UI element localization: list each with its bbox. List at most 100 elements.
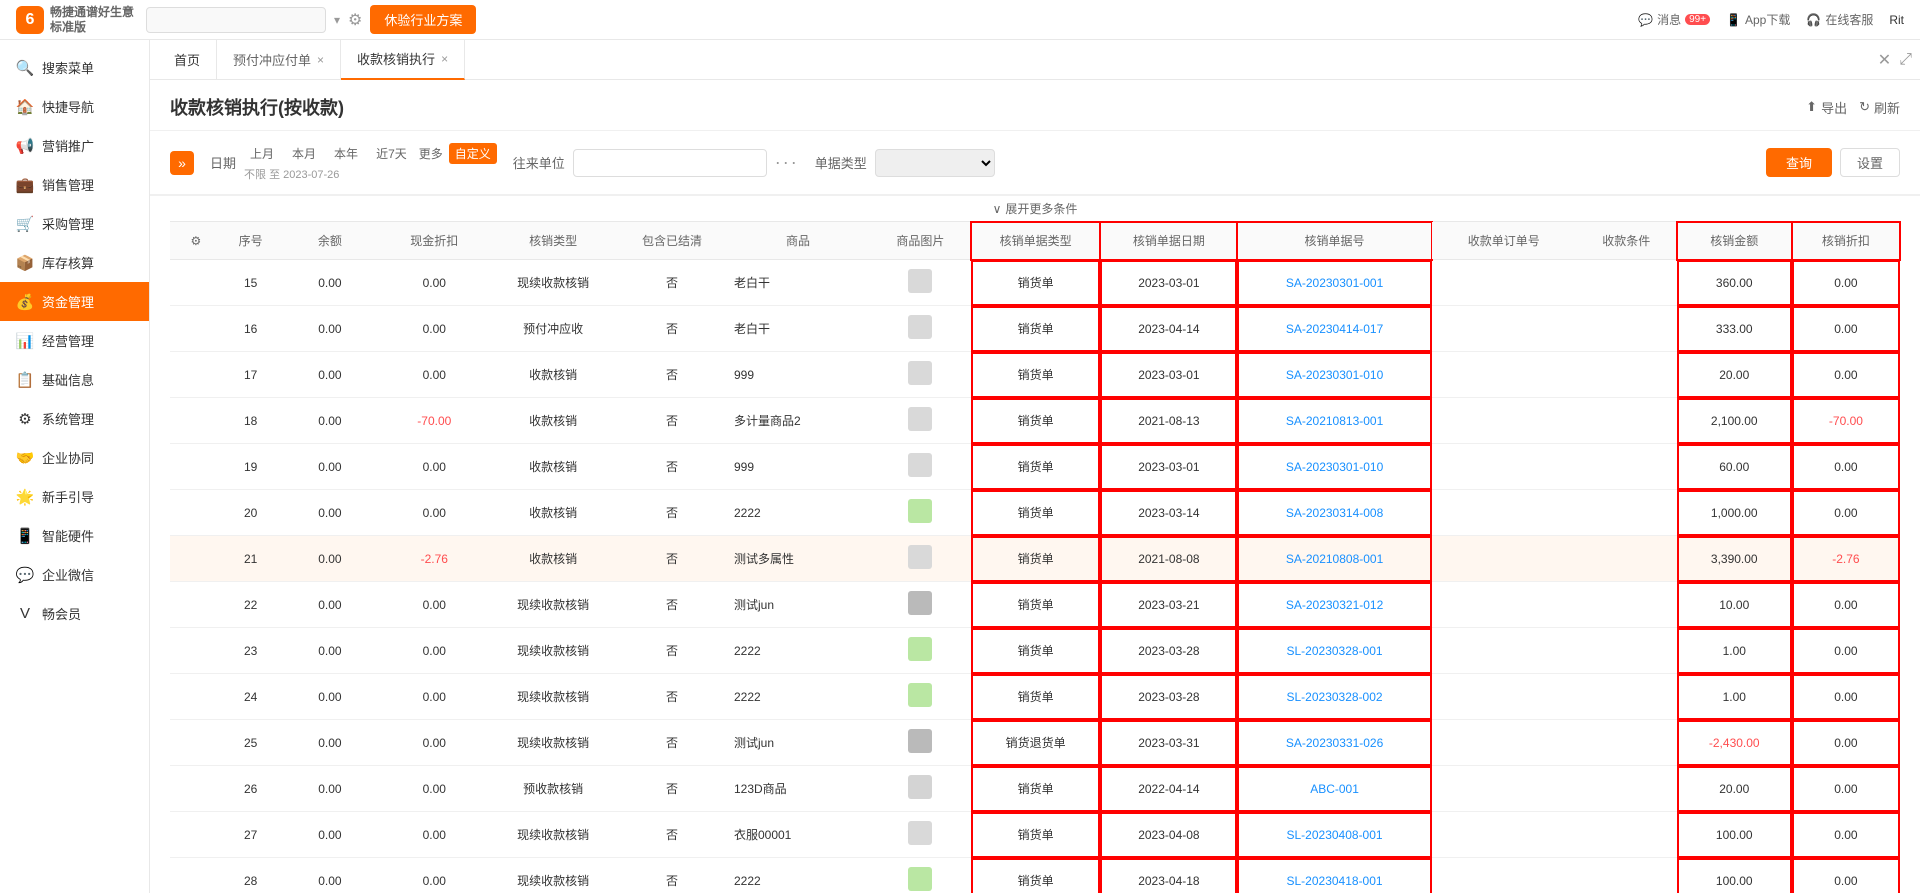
cell-cancel-type: 现续收款核销	[488, 582, 618, 628]
close-all-icon[interactable]: ✕	[1878, 50, 1891, 70]
table-row: 24 0.00 0.00 现续收款核销 否 2222 销货单 2023-03-2…	[170, 674, 1900, 720]
bill-no-link[interactable]: SL-20230418-001	[1287, 874, 1383, 888]
settings-btn[interactable]: 设置	[1840, 148, 1900, 177]
maximize-icon[interactable]: ⤢	[1899, 51, 1912, 69]
date-btn-custom[interactable]: 自定义	[449, 143, 497, 164]
date-btn-this-month[interactable]: 本月	[286, 143, 322, 164]
cell-bill-no: SA-20230301-010	[1237, 352, 1431, 398]
bill-no-link[interactable]: SA-20210808-001	[1286, 552, 1383, 566]
sidebar-item-hardware[interactable]: 📱 智能硬件	[0, 516, 149, 555]
cell-bill-type: 销货单	[971, 260, 1101, 306]
page-header: 收款核销执行(按收款) ⬆ 导出 ↻ 刷新	[150, 80, 1920, 131]
user-name: Rit	[1889, 13, 1904, 27]
sidebar-item-quick[interactable]: 🏠 快捷导航	[0, 87, 149, 126]
from-unit-input[interactable]	[573, 149, 767, 177]
gear-icon[interactable]: ⚙	[191, 234, 202, 248]
cell-cancel-amount: 1,000.00	[1677, 490, 1792, 536]
bill-no-link[interactable]: SA-20230301-010	[1286, 460, 1383, 474]
bill-no-link[interactable]: SA-20230301-010	[1286, 368, 1383, 382]
tab-receipt-close[interactable]: ×	[441, 52, 448, 66]
cell-cancel-discount: 0.00	[1792, 674, 1900, 720]
tab-prepay-close[interactable]: ×	[317, 53, 324, 67]
app-download-action[interactable]: 📱 App下载	[1726, 11, 1790, 28]
sidebar-item-purchase[interactable]: 🛒 采购管理	[0, 204, 149, 243]
app-icon: 📱	[1726, 13, 1741, 27]
system-icon: ⚙	[16, 410, 34, 428]
receipt-type-select[interactable]	[875, 149, 995, 177]
col-gear-header[interactable]: ⚙	[170, 222, 222, 260]
cell-settled: 否	[618, 766, 726, 812]
cell-receipt-order	[1432, 352, 1576, 398]
sidebar-item-vip[interactable]: V 畅会员	[0, 594, 149, 633]
cell-goods-img	[870, 306, 971, 352]
cell-cancel-amount: 20.00	[1677, 352, 1792, 398]
col-cancel-amount-header: 核销金额	[1677, 222, 1792, 260]
cell-bill-no: SA-20230321-012	[1237, 582, 1431, 628]
date-btn-7days[interactable]: 近7天	[370, 143, 413, 164]
page-title: 收款核销执行(按收款)	[170, 94, 344, 120]
cell-cash-discount: 0.00	[380, 674, 488, 720]
bill-no-link[interactable]: SA-20230301-001	[1286, 276, 1383, 290]
cell-goods-img	[870, 628, 971, 674]
bill-no-link[interactable]: SL-20230328-002	[1287, 690, 1383, 704]
gear-icon[interactable]: ⚙	[348, 10, 362, 30]
refresh-icon: ↻	[1859, 99, 1870, 115]
query-btn[interactable]: 查询	[1766, 148, 1832, 177]
sidebar-item-label: 销售管理	[42, 175, 94, 194]
bill-no-link[interactable]: SA-20230314-008	[1286, 506, 1383, 520]
cell-cash-discount: 0.00	[380, 306, 488, 352]
date-more[interactable]: 更多	[419, 145, 443, 162]
data-table: ⚙ 序号 余额 现金折扣 核销类型 包含已结清 商品 商品图片 核销单据类型 核…	[170, 221, 1900, 893]
bill-no-link[interactable]: SL-20230408-001	[1287, 828, 1383, 842]
sidebar-item-system[interactable]: ⚙ 系统管理	[0, 399, 149, 438]
cell-goods-img	[870, 352, 971, 398]
cell-bill-no: SL-20230328-002	[1237, 674, 1431, 720]
sidebar-item-collab[interactable]: 🤝 企业协同	[0, 438, 149, 477]
cell-receipt-order	[1432, 398, 1576, 444]
cell-goods-img	[870, 490, 971, 536]
bill-no-link[interactable]: SA-20230331-026	[1286, 736, 1383, 750]
sidebar-item-search[interactable]: 🔍 搜索菜单	[0, 48, 149, 87]
cell-balance: 0.00	[279, 720, 380, 766]
filter-toggle-btn[interactable]: »	[170, 151, 194, 175]
export-btn[interactable]: ⬆ 导出	[1806, 98, 1847, 117]
refresh-btn[interactable]: ↻ 刷新	[1859, 98, 1900, 117]
sidebar-item-sales[interactable]: 💼 销售管理	[0, 165, 149, 204]
bill-no-link[interactable]: SA-20230414-017	[1286, 322, 1383, 336]
tab-prepay[interactable]: 预付冲应付单 ×	[217, 40, 341, 80]
industry-btn[interactable]: 休验行业方案	[370, 5, 476, 34]
date-options-group: 上月 本月 本年 近7天 更多 自定义 不限 至 2023-07-26	[244, 143, 497, 182]
cell-receipt-cond	[1576, 858, 1677, 893]
date-options-row: 上月 本月 本年 近7天 更多 自定义	[244, 143, 497, 164]
date-btn-this-year[interactable]: 本年	[328, 143, 364, 164]
sidebar-item-inventory[interactable]: 📦 库存核算	[0, 243, 149, 282]
bill-no-link[interactable]: SA-20210813-001	[1286, 414, 1383, 428]
cell-goods-img	[870, 444, 971, 490]
sidebar-item-finance[interactable]: 💰 资金管理	[0, 282, 149, 321]
guide-icon: 🌟	[16, 488, 34, 506]
sidebar-item-operations[interactable]: 📊 经营管理	[0, 321, 149, 360]
tab-receipt[interactable]: 收款核销执行 ×	[341, 40, 465, 80]
cell-num: 17	[222, 352, 280, 398]
sidebar-item-marketing[interactable]: 📢 营销推广	[0, 126, 149, 165]
sidebar-item-wechat[interactable]: 💬 企业微信	[0, 555, 149, 594]
expand-more-btn[interactable]: ∨ 展开更多条件	[150, 195, 1920, 221]
cell-goods: 999	[726, 444, 870, 490]
filter-dots: ···	[775, 152, 799, 173]
cell-bill-type: 销货单	[971, 444, 1101, 490]
cell-goods: 999	[726, 352, 870, 398]
sidebar: 🔍 搜索菜单 🏠 快捷导航 📢 营销推广 💼 销售管理 🛒 采购管理 📦 库存核…	[0, 40, 150, 893]
sidebar-item-guide[interactable]: 🌟 新手引导	[0, 477, 149, 516]
top-search-input[interactable]	[146, 7, 326, 33]
date-btn-last-month[interactable]: 上月	[244, 143, 280, 164]
message-action[interactable]: 💬 消息 99+	[1638, 11, 1710, 28]
cell-cancel-discount: -70.00	[1792, 398, 1900, 444]
sidebar-item-basic[interactable]: 📋 基础信息	[0, 360, 149, 399]
service-action[interactable]: 🎧 在线客服	[1806, 11, 1873, 28]
bill-no-link[interactable]: SL-20230328-001	[1287, 644, 1383, 658]
bill-no-link[interactable]: SA-20230321-012	[1286, 598, 1383, 612]
tab-home[interactable]: 首页	[158, 40, 217, 80]
cell-bill-date: 2023-03-01	[1100, 260, 1237, 306]
bill-no-link[interactable]: ABC-001	[1310, 782, 1359, 796]
cell-cancel-discount: 0.00	[1792, 352, 1900, 398]
